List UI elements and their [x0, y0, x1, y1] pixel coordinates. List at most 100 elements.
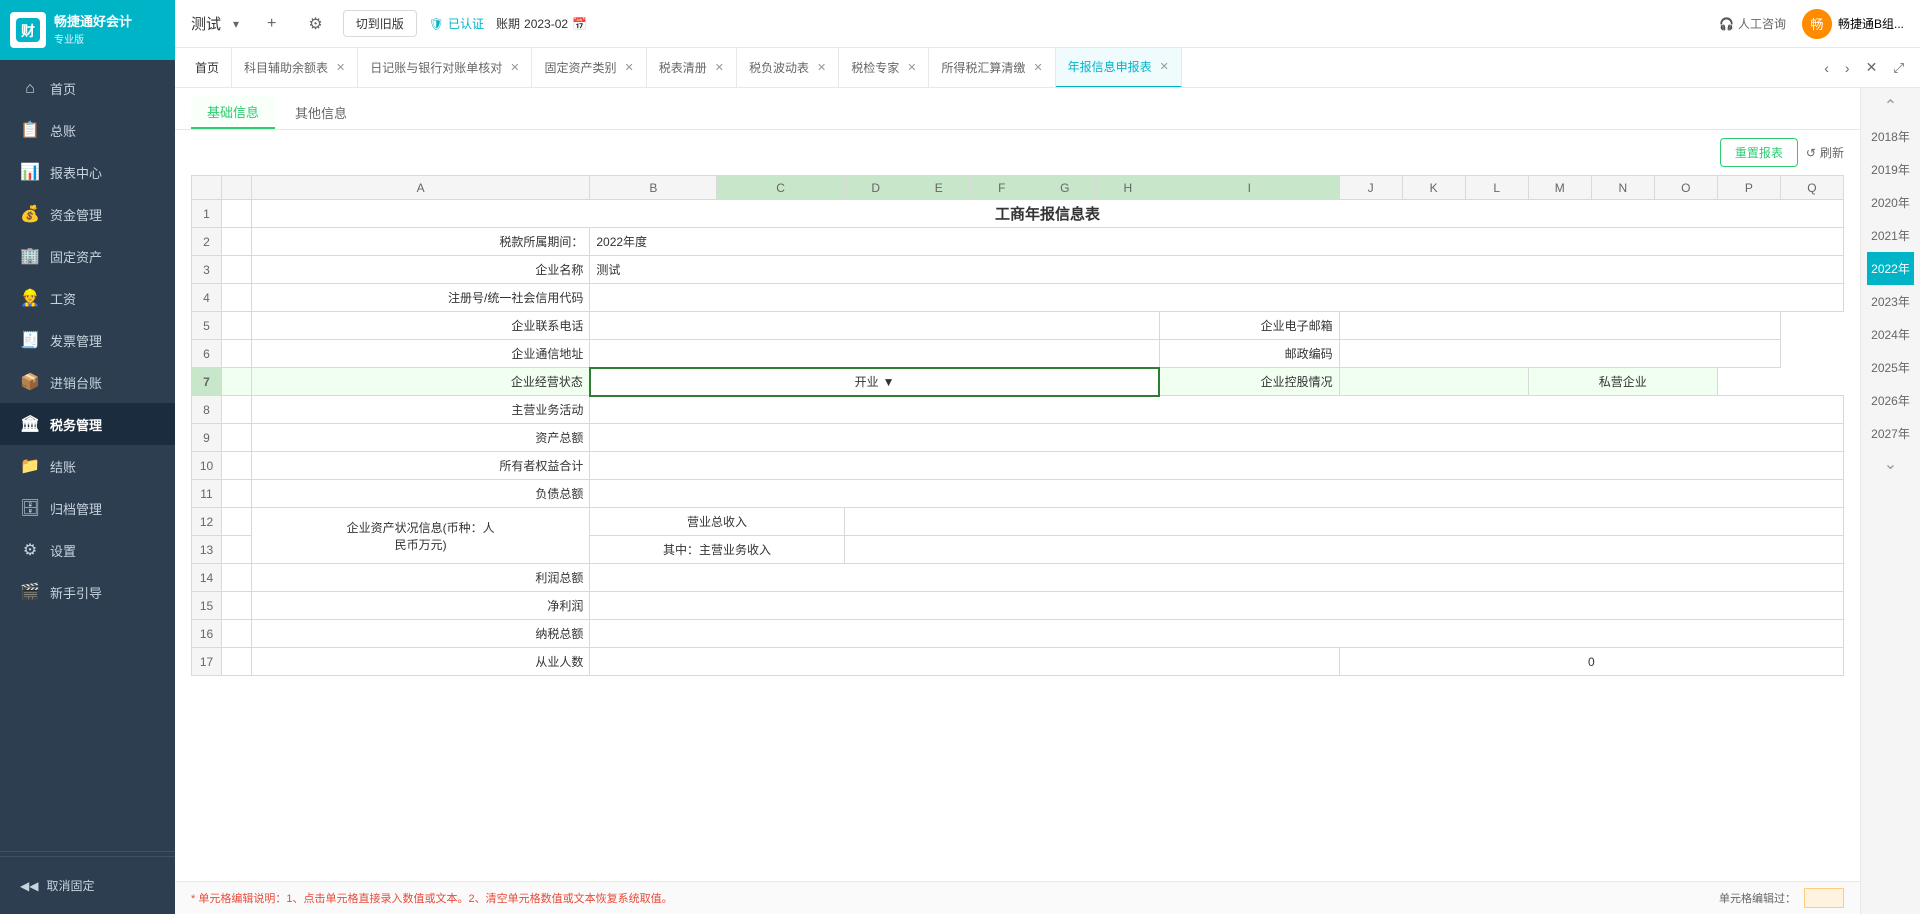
sheet-tab-基础信息[interactable]: 基础信息: [191, 96, 275, 129]
sidebar-item-结账[interactable]: 📁结账: [0, 445, 175, 487]
tab-close-icon[interactable]: ✕: [715, 61, 724, 74]
tab-label: 税负波动表: [749, 59, 809, 76]
tab-prev-button[interactable]: ‹: [1816, 56, 1837, 80]
sidebar-item-总账[interactable]: 📋总账: [0, 109, 175, 151]
corner-cell: [192, 176, 222, 200]
year-item-2024年[interactable]: 2024年: [1867, 318, 1914, 351]
tab-label: 固定资产类别: [544, 59, 616, 76]
sidebar-label: 固定资产: [50, 247, 102, 266]
tab-item-1[interactable]: 科目辅助余额表✕: [232, 48, 358, 88]
sidebar-item-发票管理[interactable]: 🧾发票管理: [0, 319, 175, 361]
col-header-c[interactable]: C: [717, 176, 844, 200]
sidebar-item-进销台账[interactable]: 📦进销台账: [0, 361, 175, 403]
col-header-i[interactable]: I: [1159, 176, 1339, 200]
col-header-f[interactable]: F: [970, 176, 1033, 200]
logo-subtitle: 专业版: [54, 31, 132, 46]
dropdown-value: 开业: [855, 373, 879, 390]
tab-item-0[interactable]: 首页: [183, 48, 232, 88]
year-item-2020年[interactable]: 2020年: [1867, 186, 1914, 219]
table-row: 1 工商年报信息表: [192, 200, 1844, 228]
shield-icon: 🛡: [429, 17, 444, 31]
tab-close-icon[interactable]: ✕: [510, 61, 519, 74]
refresh-button[interactable]: ↺ 刷新: [1806, 144, 1844, 161]
sidebar-label: 进销台账: [50, 373, 102, 392]
col-header-n[interactable]: N: [1591, 176, 1654, 200]
col-header-j[interactable]: J: [1339, 176, 1402, 200]
col-header-h[interactable]: H: [1096, 176, 1159, 200]
spreadsheet-wrapper[interactable]: A B C D E F G H I J K L: [175, 175, 1860, 881]
sidebar-item-首页[interactable]: ⌂首页: [0, 68, 175, 109]
year-item-2019年[interactable]: 2019年: [1867, 153, 1914, 186]
topbar-actions: + ⚙ 切到旧版: [255, 10, 417, 38]
tab-item-8[interactable]: 年报信息申报表✕: [1056, 48, 1182, 88]
year-item-2023年[interactable]: 2023年: [1867, 285, 1914, 318]
tab-next-button[interactable]: ›: [1837, 56, 1858, 80]
business-status-dropdown[interactable]: 开业 ▼: [597, 373, 1153, 390]
sidebar-item-资金管理[interactable]: 💰资金管理: [0, 193, 175, 235]
table-row: 10 所有者权益合计: [192, 452, 1844, 480]
add-tab-button[interactable]: +: [255, 11, 288, 37]
consult-button[interactable]: 🎧 人工咨询: [1719, 15, 1786, 32]
sidebar-item-报表中心[interactable]: 📊报表中心: [0, 151, 175, 193]
sidebar-item-税务管理[interactable]: 🏛税务管理: [0, 403, 175, 445]
year-item-2021年[interactable]: 2021年: [1867, 219, 1914, 252]
sidebar-item-归档管理[interactable]: 🗄归档管理: [0, 487, 175, 529]
sidebar-item-设置[interactable]: ⚙设置: [0, 529, 175, 571]
table-row: 17 从业人数 0: [192, 648, 1844, 676]
cell-title[interactable]: 工商年报信息表: [252, 200, 1844, 228]
tab-close-icon[interactable]: ✕: [336, 61, 345, 74]
tab-item-7[interactable]: 所得税汇算清缴✕: [929, 48, 1055, 88]
sidebar-item-新手引导[interactable]: 🎬新手引导: [0, 571, 175, 613]
tab-label: 税表清册: [659, 59, 707, 76]
reset-report-button[interactable]: 重置报表: [1720, 138, 1798, 167]
column-header-row: A B C D E F G H I J K L: [192, 176, 1844, 200]
tab-close-icon[interactable]: ✕: [817, 61, 826, 74]
tab-item-2[interactable]: 日记账与银行对账单核对✕: [358, 48, 532, 88]
tab-close-icon[interactable]: ✕: [625, 61, 634, 74]
year-item-2018年[interactable]: 2018年: [1867, 120, 1914, 153]
year-item-2022年[interactable]: 2022年: [1867, 252, 1914, 285]
tab-close-icon[interactable]: ✕: [1160, 60, 1169, 73]
cell-1-0[interactable]: [222, 200, 252, 228]
col-header-k[interactable]: K: [1402, 176, 1465, 200]
main-content: 测试 ▾ + ⚙ 切到旧版 🛡 已认证 账期 2023-02 📅 🎧: [175, 0, 1920, 914]
footer-note: * 单元格编辑说明：1、点击单元格直接录入数值或文本。2、清空单元格数值或文本恢…: [191, 890, 673, 906]
year-item-2026年[interactable]: 2026年: [1867, 384, 1914, 417]
logo-title: 畅捷通好会计: [54, 14, 132, 31]
sidebar-item-固定资产[interactable]: 🏢固定资产: [0, 235, 175, 277]
year-scroll-up-button[interactable]: ⌃: [1880, 92, 1901, 120]
refresh-icon: ↺: [1806, 146, 1816, 160]
col-header-b[interactable]: B: [590, 176, 717, 200]
col-header-q[interactable]: Q: [1780, 176, 1843, 200]
tab-close-icon[interactable]: ✕: [1033, 61, 1042, 74]
settings-button[interactable]: ⚙: [296, 10, 334, 38]
tab-item-5[interactable]: 税负波动表 ✕: [737, 48, 839, 88]
table-row: 8 主营业务活动: [192, 396, 1844, 424]
sidebar-collapse-btn[interactable]: ◀◀ 取消固定: [0, 867, 175, 904]
col-header-l[interactable]: L: [1465, 176, 1528, 200]
tab-item-6[interactable]: 税检专家✕: [839, 48, 929, 88]
year-item-2027年[interactable]: 2027年: [1867, 417, 1914, 450]
sidebar-item-工资[interactable]: 👷工资: [0, 277, 175, 319]
col-header-a[interactable]: A: [252, 176, 590, 200]
year-scroll-down-button[interactable]: ⌄: [1880, 450, 1901, 478]
col-header-m[interactable]: M: [1528, 176, 1591, 200]
year-item-2025年[interactable]: 2025年: [1867, 351, 1914, 384]
tab-close-icon[interactable]: ✕: [907, 61, 916, 74]
topbar-dropdown[interactable]: ▾: [233, 17, 239, 31]
tab-close-all-button[interactable]: ✕: [1858, 55, 1886, 80]
col-header-p[interactable]: P: [1717, 176, 1780, 200]
user-menu[interactable]: 畅 畅捷通B组...: [1802, 9, 1904, 39]
tab-item-3[interactable]: 固定资产类别 ✕: [532, 48, 646, 88]
switch-version-button[interactable]: 切到旧版: [343, 10, 417, 37]
sheet-tab-其他信息[interactable]: 其他信息: [279, 97, 363, 128]
col-header-o[interactable]: O: [1654, 176, 1717, 200]
col-header-d[interactable]: D: [844, 176, 907, 200]
sidebar-icon: 👷: [20, 288, 40, 308]
chevron-down-icon: ▾: [233, 17, 239, 31]
calendar-icon[interactable]: 📅: [572, 17, 587, 31]
col-header-e[interactable]: E: [907, 176, 970, 200]
tab-item-4[interactable]: 税表清册 ✕: [647, 48, 737, 88]
tab-expand-button[interactable]: ⤢: [1885, 56, 1912, 80]
col-header-g[interactable]: G: [1033, 176, 1096, 200]
